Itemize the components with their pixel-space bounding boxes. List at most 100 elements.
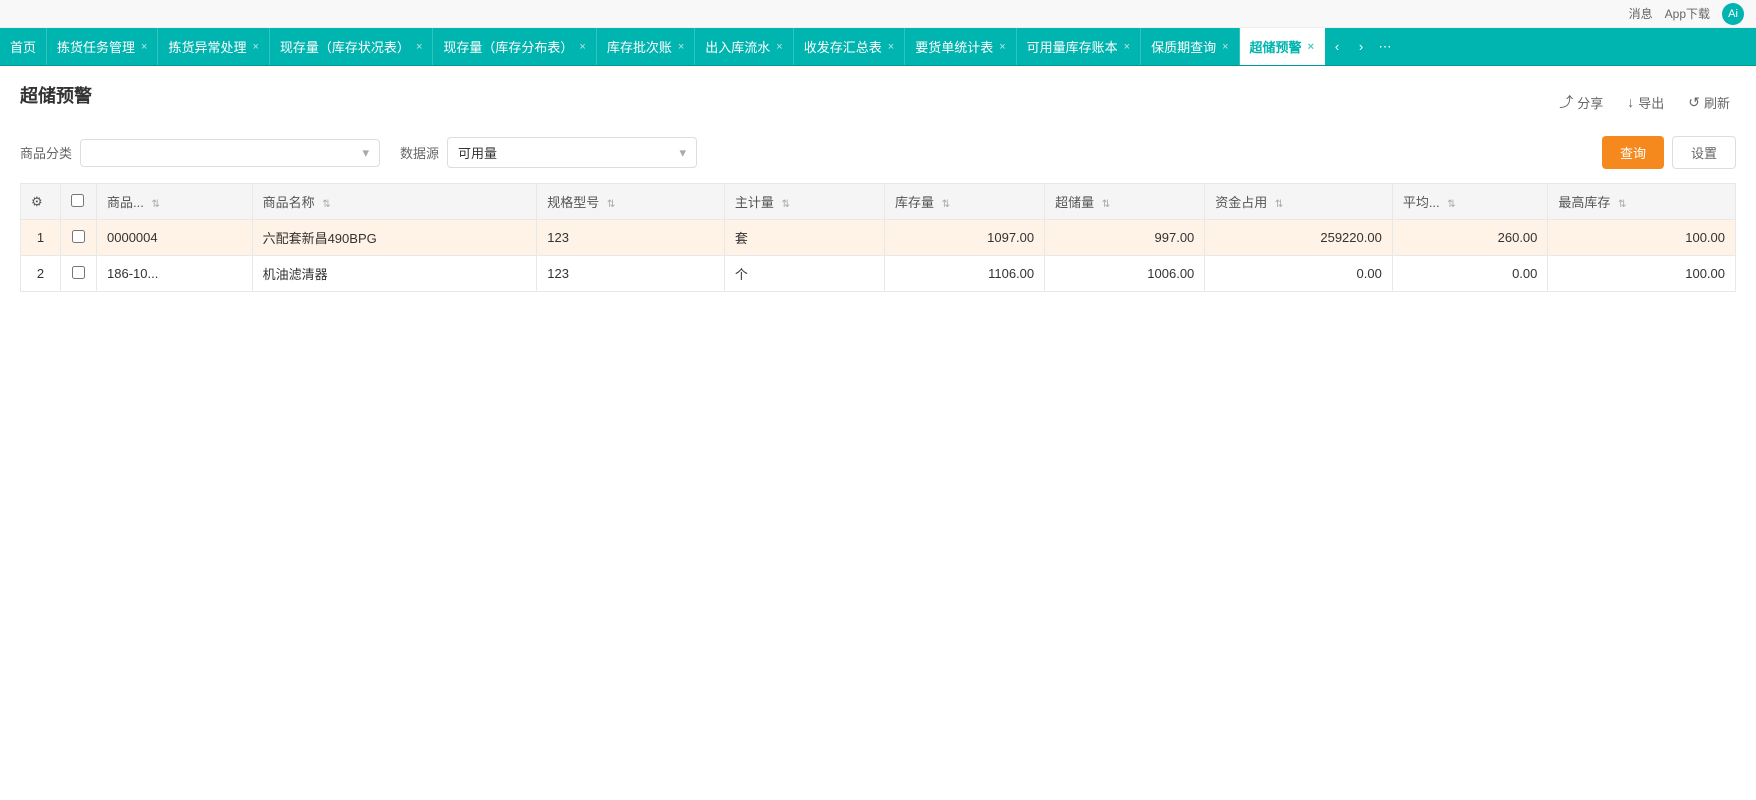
nav-close-collect[interactable]: × (888, 41, 894, 53)
nav-pick-exception[interactable]: 拣货异常处理 × (158, 28, 269, 65)
stock-cell: 1097.00 (884, 220, 1044, 256)
nav-close-pick-task[interactable]: × (141, 41, 147, 53)
datasource-label: 数据源 (400, 143, 439, 162)
nav-close-stock-status[interactable]: × (416, 41, 422, 53)
nav-prev-arrow[interactable]: ‹ (1325, 28, 1349, 65)
product-code-cell: 186-10... (97, 256, 253, 292)
page-title: 超储预警 (20, 82, 92, 108)
col-capital[interactable]: 资金占用 ⇅ (1205, 184, 1393, 220)
toolbar: ⤴ 分享 ↓ 导出 ↺ 刷新 (1553, 88, 1736, 116)
col-select-all[interactable] (61, 184, 97, 220)
row-checkbox[interactable] (72, 266, 85, 279)
col-product-name[interactable]: 商品名称 ⇅ (252, 184, 537, 220)
export-icon: ↓ (1627, 94, 1634, 110)
app-download-link[interactable]: App下载 (1665, 5, 1710, 22)
col-stock[interactable]: 库存量 ⇅ (884, 184, 1044, 220)
nav-close-stock-dist[interactable]: × (579, 41, 585, 53)
avg-price-cell: 260.00 (1392, 220, 1548, 256)
sort-max-stock-icon: ⇅ (1618, 199, 1626, 210)
row-checkbox-cell[interactable] (61, 256, 97, 292)
nav-close-expiry[interactable]: × (1222, 41, 1228, 53)
row-checkbox-cell[interactable] (61, 220, 97, 256)
product-name-cell: 六配套新昌490BPG (252, 220, 537, 256)
category-arrow-icon: ▾ (362, 145, 369, 161)
product-name-cell: 机油滤清器 (252, 256, 537, 292)
nav-close-order-stat[interactable]: × (999, 41, 1005, 53)
unit-cell: 个 (724, 256, 884, 292)
row-index: 2 (21, 256, 61, 292)
nav-batch[interactable]: 库存批次账 × (597, 28, 695, 65)
col-max-stock[interactable]: 最高库存 ⇅ (1548, 184, 1736, 220)
nav-close-batch[interactable]: × (678, 41, 684, 53)
nav-order-stat[interactable]: 要货单统计表 × (905, 28, 1016, 65)
overstock-cell: 1006.00 (1045, 256, 1205, 292)
col-overstock[interactable]: 超储量 ⇅ (1045, 184, 1205, 220)
overstock-cell: 997.00 (1045, 220, 1205, 256)
filter-buttons: 查询 设置 (1602, 136, 1736, 169)
sort-overstock-icon: ⇅ (1102, 199, 1110, 210)
spec-cell: 123 (537, 256, 725, 292)
nav-pick-task[interactable]: 拣货任务管理 × (47, 28, 158, 65)
nav-close-available[interactable]: × (1124, 41, 1130, 53)
refresh-button[interactable]: ↺ 刷新 (1682, 89, 1736, 116)
table-header: ⚙ 商品... ⇅ 商品名称 ⇅ 规格型号 ⇅ 主计量 (21, 184, 1736, 220)
sort-avg-price-icon: ⇅ (1447, 199, 1455, 210)
message-link[interactable]: 消息 (1629, 5, 1653, 22)
datasource-filter-group: 数据源 可用量 ▾ (400, 137, 697, 168)
capital-cell: 0.00 (1205, 256, 1393, 292)
data-table: ⚙ 商品... ⇅ 商品名称 ⇅ 规格型号 ⇅ 主计量 (20, 183, 1736, 292)
share-icon: ⤴ (1559, 92, 1573, 112)
avg-price-cell: 0.00 (1392, 256, 1548, 292)
table-body: 1 0000004 六配套新昌490BPG 123 套 1097.00 997.… (21, 220, 1736, 292)
datasource-value: 可用量 (458, 143, 497, 162)
col-avg-price[interactable]: 平均... ⇅ (1392, 184, 1548, 220)
nav-flow[interactable]: 出入库流水 × (695, 28, 793, 65)
nav-tabs: 首页 拣货任务管理 × 拣货异常处理 × 现存量（库存状况表） × 现存量（库存… (0, 28, 1756, 66)
stock-cell: 1106.00 (884, 256, 1044, 292)
nav-close-overstock[interactable]: × (1308, 41, 1314, 53)
table-row: 1 0000004 六配套新昌490BPG 123 套 1097.00 997.… (21, 220, 1736, 256)
nav-more-arrow[interactable]: ⋯ (1373, 28, 1397, 65)
nav-close-pick-exception[interactable]: × (252, 41, 258, 53)
row-index: 1 (21, 220, 61, 256)
nav-home[interactable]: 首页 (0, 28, 47, 65)
row-checkbox[interactable] (72, 230, 85, 243)
nav-expiry[interactable]: 保质期查询 × (1141, 28, 1239, 65)
gear-icon[interactable]: ⚙ (31, 194, 43, 209)
nav-available[interactable]: 可用量库存账本 × (1017, 28, 1141, 65)
col-unit[interactable]: 主计量 ⇅ (724, 184, 884, 220)
table-row: 2 186-10... 机油滤清器 123 个 1106.00 1006.00 … (21, 256, 1736, 292)
col-product-code[interactable]: 商品... ⇅ (97, 184, 253, 220)
refresh-icon: ↺ (1688, 94, 1700, 111)
category-select[interactable]: ▾ (80, 139, 380, 167)
app-bar: 消息 App下载 Ai (0, 0, 1756, 28)
datasource-arrow-icon: ▾ (680, 145, 687, 161)
unit-cell: 套 (724, 220, 884, 256)
product-code-cell: 0000004 (97, 220, 253, 256)
filter-row: 商品分类 ▾ 数据源 可用量 ▾ 查询 设置 (20, 136, 1736, 169)
category-filter-group: 商品分类 ▾ (20, 139, 380, 167)
nav-next-arrow[interactable]: › (1349, 28, 1373, 65)
nav-close-flow[interactable]: × (776, 41, 782, 53)
sort-spec-icon: ⇅ (607, 199, 615, 210)
sort-stock-icon: ⇅ (942, 199, 950, 210)
spec-cell: 123 (537, 220, 725, 256)
user-avatar[interactable]: Ai (1722, 3, 1744, 25)
sort-capital-icon: ⇅ (1275, 199, 1283, 210)
nav-stock-status[interactable]: 现存量（库存状况表） × (270, 28, 433, 65)
set-button[interactable]: 设置 (1672, 136, 1736, 169)
query-button[interactable]: 查询 (1602, 136, 1664, 169)
category-label: 商品分类 (20, 143, 72, 162)
nav-stock-dist[interactable]: 现存量（库存分布表） × (433, 28, 596, 65)
export-button[interactable]: ↓ 导出 (1621, 89, 1670, 116)
col-gear[interactable]: ⚙ (21, 184, 61, 220)
max-stock-cell: 100.00 (1548, 256, 1736, 292)
nav-collect[interactable]: 收发存汇总表 × (794, 28, 905, 65)
share-button[interactable]: ⤴ 分享 (1553, 88, 1609, 116)
select-all-checkbox[interactable] (71, 194, 84, 207)
datasource-select[interactable]: 可用量 ▾ (447, 137, 697, 168)
nav-overstock[interactable]: 超储预警 × (1240, 28, 1325, 65)
page-container: 超储预警 ⤴ 分享 ↓ 导出 ↺ 刷新 商品分类 ▾ 数据源 (0, 66, 1756, 308)
sort-product-code-icon: ⇅ (151, 199, 159, 210)
col-spec[interactable]: 规格型号 ⇅ (537, 184, 725, 220)
